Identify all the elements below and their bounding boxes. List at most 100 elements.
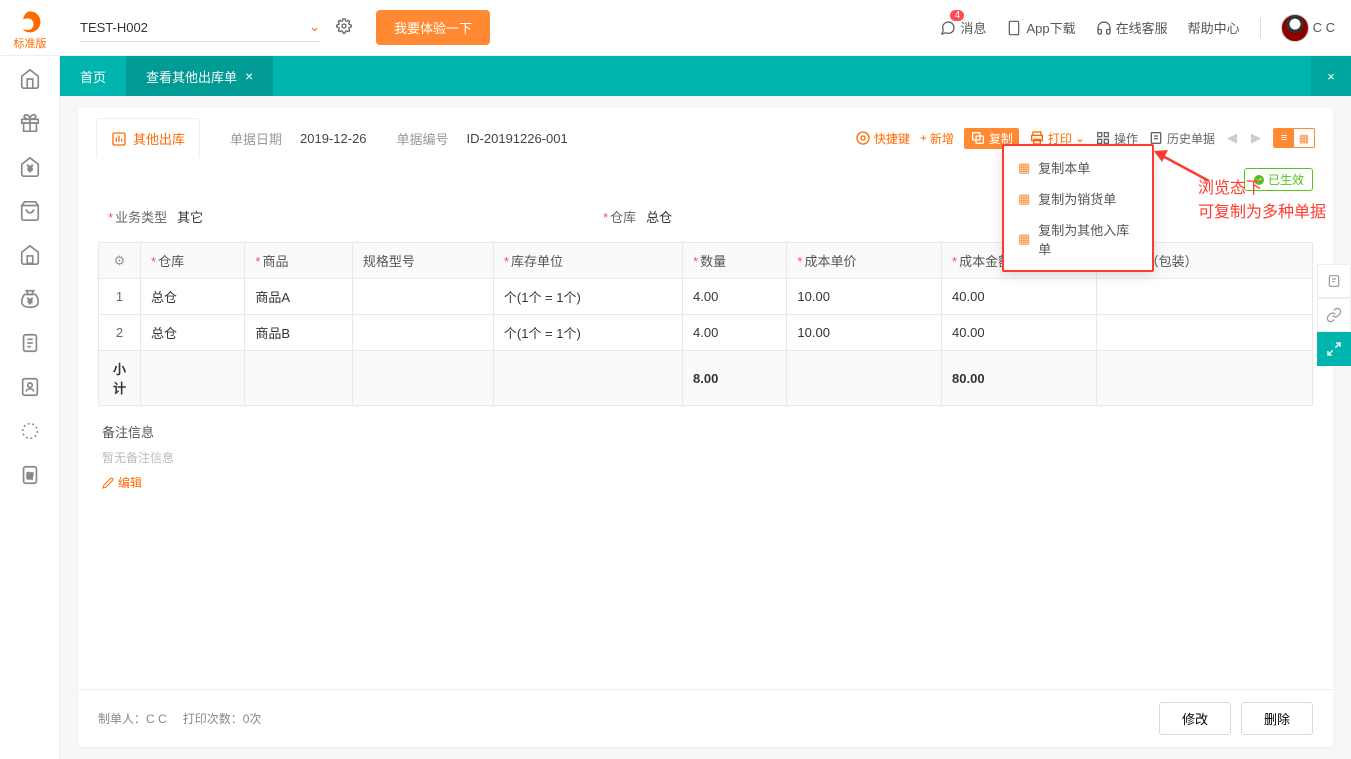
doc-title: 其他出库 (133, 129, 185, 148)
status-badge: 已生效 (1244, 168, 1313, 191)
doc-icon: ▦ (1018, 191, 1030, 207)
refresh-icon[interactable] (19, 420, 41, 442)
col-cost-price: *成本单价 (787, 243, 942, 279)
warehouse-icon[interactable] (19, 244, 41, 266)
col-qty: *数量 (683, 243, 787, 279)
clipboard-icon[interactable] (19, 332, 41, 354)
no-value: ID-20191226-001 (467, 131, 568, 146)
gear-column[interactable]: ⚙ (99, 243, 141, 279)
remarks-empty: 暂无备注信息 (102, 449, 1309, 466)
history-button[interactable]: 历史单据 (1148, 130, 1215, 147)
new-button[interactable]: + 新增 (920, 130, 954, 147)
remarks-section: 备注信息 暂无备注信息 编辑 (78, 406, 1333, 508)
biz-type-value: 其它 (177, 207, 203, 226)
view-toggle[interactable]: ≡ ▦ (1273, 128, 1315, 148)
online-service-button[interactable]: 在线客服 (1096, 18, 1168, 37)
copy-as-other-in[interactable]: ▦ 复制为其他入库单 (1004, 214, 1152, 264)
col-unit: *库存单位 (493, 243, 682, 279)
svg-text:¥: ¥ (27, 297, 32, 306)
copy-dropdown: ▦ 复制本单 ▦ 复制为销货单 ▦ 复制为其他入库单 (1002, 144, 1154, 272)
warehouse-value: 总仓 (646, 207, 672, 226)
phone-icon (1006, 20, 1022, 36)
footer: 制单人：C C 打印次数：0次 修改 删除 (78, 689, 1333, 747)
col-warehouse: *仓库 (141, 243, 245, 279)
main: 首页 查看其他出库单 × × 其他出库 单据日期 2019-12-26 单据编号… (60, 56, 1351, 759)
nav-prev[interactable]: ◀ (1225, 130, 1239, 146)
content-card: 其他出库 单据日期 2019-12-26 单据编号 ID-20191226-00… (78, 108, 1333, 747)
svg-text:新: 新 (26, 471, 33, 480)
bag-icon[interactable] (19, 200, 41, 222)
table-row[interactable]: 2 总仓 商品B 个(1个 = 1个) 4.00 10.00 40.00 (99, 315, 1313, 351)
chevron-down-icon: ⌄ (309, 19, 320, 35)
gear-icon[interactable] (336, 18, 352, 37)
right-float-toolbar (1317, 264, 1351, 366)
headset-icon (1096, 20, 1112, 36)
messages-button[interactable]: 消息 4 (940, 18, 986, 37)
messages-label: 消息 (960, 18, 986, 37)
shortcut-button[interactable]: 快捷键 (855, 130, 910, 147)
check-icon (1253, 174, 1265, 186)
user-menu[interactable]: C C (1281, 14, 1335, 42)
date-label: 单据日期 (230, 129, 282, 148)
warehouse-field: *仓库 总仓 (603, 207, 672, 226)
edit-remarks-button[interactable]: 编辑 (102, 474, 142, 491)
expand-icon[interactable] (1317, 332, 1351, 366)
tab-current[interactable]: 查看其他出库单 × (126, 56, 273, 96)
chart-icon (111, 131, 127, 147)
top-header: 标准版 TEST-H002 ⌄ 我要体验一下 消息 4 App下载 在线客服 帮… (0, 0, 1351, 56)
org-name: TEST-H002 (80, 20, 148, 35)
delete-button[interactable]: 删除 (1241, 702, 1313, 735)
edit-icon (102, 477, 114, 489)
money-bag-icon[interactable]: ¥ (19, 288, 41, 310)
nav-next[interactable]: ▶ (1249, 130, 1263, 146)
message-icon (940, 20, 956, 36)
tab-home[interactable]: 首页 (60, 56, 126, 96)
app-download-label: App下载 (1026, 18, 1075, 37)
remarks-title: 备注信息 (102, 422, 1309, 441)
doc-title-tab[interactable]: 其他出库 (96, 118, 200, 158)
house-money-icon[interactable]: ¥ (19, 156, 41, 178)
date-value: 2019-12-26 (300, 131, 367, 146)
messages-badge: 4 (950, 10, 964, 21)
doc-icon: ▦ (1018, 160, 1030, 176)
logo-icon (16, 9, 44, 37)
footer-info: 制单人：C C 打印次数：0次 (98, 710, 261, 727)
new-doc-icon[interactable]: 新 (19, 464, 41, 486)
logo[interactable]: 标准版 (0, 5, 60, 51)
copy-as-sales[interactable]: ▦ 复制为销货单 (1004, 183, 1152, 214)
trial-button[interactable]: 我要体验一下 (376, 10, 490, 45)
copy-icon (970, 130, 986, 146)
user-name: C C (1313, 20, 1335, 35)
left-sidebar: ¥ ¥ 新 (0, 56, 60, 759)
tabs-bar: 首页 查看其他出库单 × × (60, 56, 1351, 96)
avatar (1281, 14, 1309, 42)
table-row[interactable]: 1 总仓 商品A 个(1个 = 1个) 4.00 10.00 40.00 (99, 279, 1313, 315)
view-list-icon[interactable]: ≡ (1274, 129, 1294, 147)
biz-type-field: *业务类型 其它 (108, 207, 203, 226)
plus-icon: + (920, 131, 927, 145)
col-spec: 规格型号 (352, 243, 493, 279)
copy-this-doc[interactable]: ▦ 复制本单 (1004, 152, 1152, 183)
help-center-button[interactable]: 帮助中心 (1188, 18, 1240, 37)
chevron-down-icon: ⌄ (1075, 131, 1085, 145)
svg-text:¥: ¥ (26, 165, 32, 174)
profile-icon[interactable] (19, 376, 41, 398)
app-download-button[interactable]: App下载 (1006, 18, 1075, 37)
note-icon[interactable] (1317, 264, 1351, 298)
close-icon[interactable]: × (245, 68, 253, 84)
gift-icon[interactable] (19, 112, 41, 134)
top-right: 消息 4 App下载 在线客服 帮助中心 C C (940, 14, 1335, 42)
org-selector[interactable]: TEST-H002 ⌄ (80, 13, 320, 42)
subtotal-row: 小计 8.00 80.00 (99, 351, 1313, 406)
tab-home-label: 首页 (80, 67, 106, 86)
no-label: 单据编号 (397, 129, 449, 148)
modify-button[interactable]: 修改 (1159, 702, 1231, 735)
doc-icon: ▦ (1018, 231, 1030, 247)
online-service-label: 在线客服 (1116, 18, 1168, 37)
link-icon[interactable] (1317, 298, 1351, 332)
logo-text: 标准版 (14, 35, 47, 51)
col-product: *商品 (245, 243, 352, 279)
view-grid-icon[interactable]: ▦ (1294, 129, 1314, 147)
close-all-tabs[interactable]: × (1311, 56, 1351, 96)
home-icon[interactable] (19, 68, 41, 90)
